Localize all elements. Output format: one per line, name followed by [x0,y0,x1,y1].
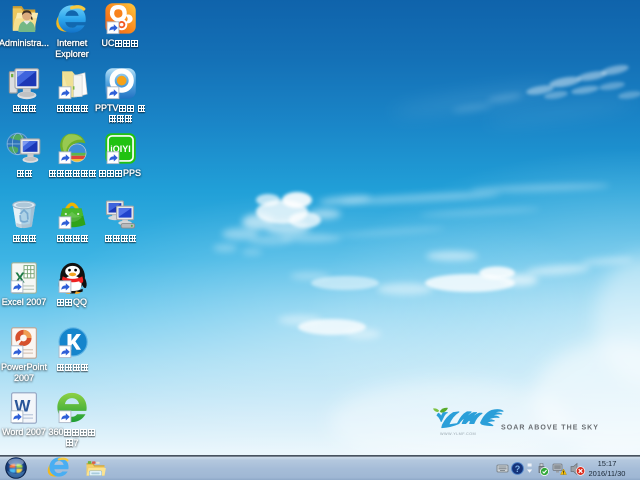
svg-text:WWW.YLMF.COM: WWW.YLMF.COM [440,432,476,436]
svg-text:SOAR ABOVE THE SKY: SOAR ABOVE THE SKY [501,425,599,432]
svg-text:?: ? [515,464,521,474]
